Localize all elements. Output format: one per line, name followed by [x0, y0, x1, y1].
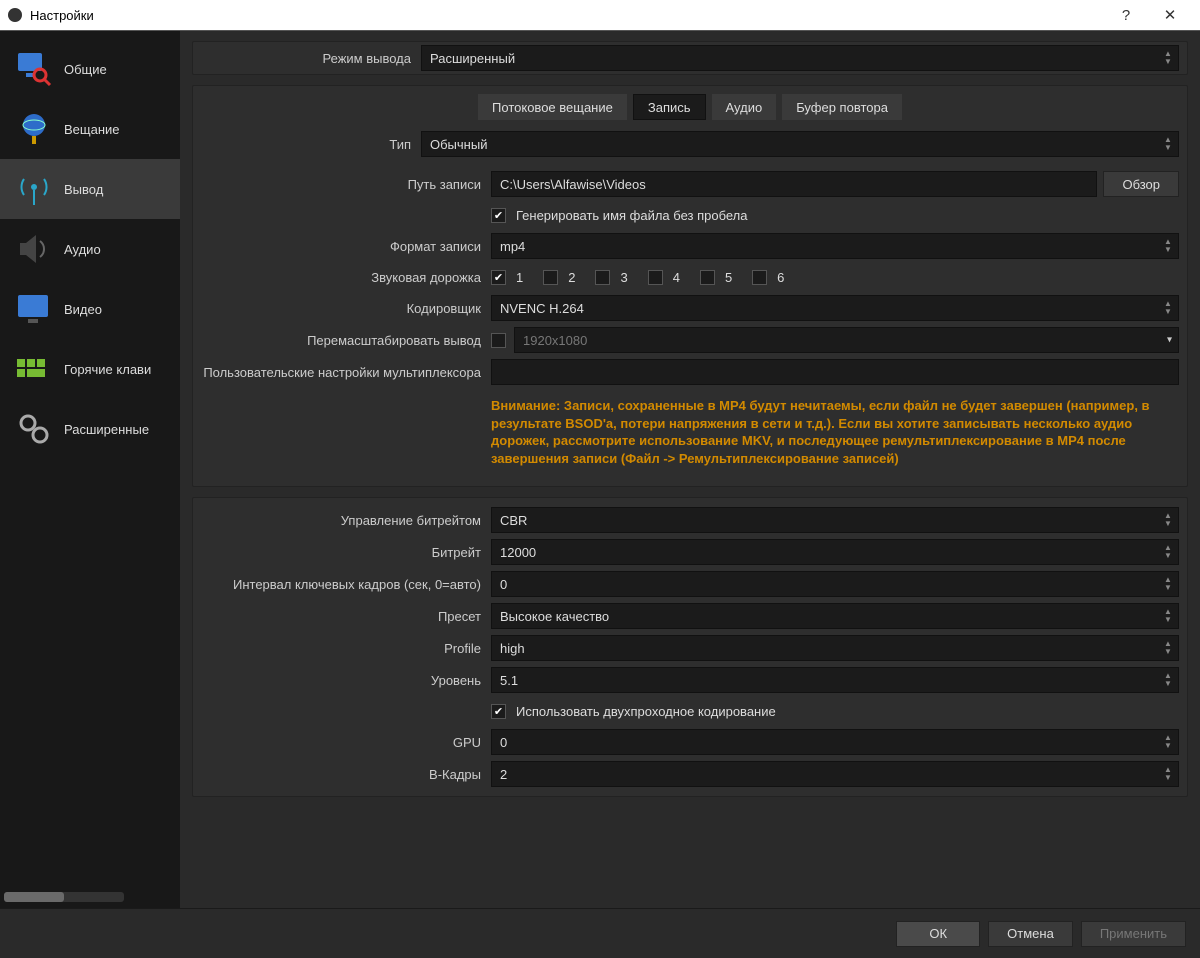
level-combo[interactable]: 5.1▲▼	[491, 667, 1179, 693]
nospace-label: Генерировать имя файла без пробела	[516, 208, 748, 223]
twopass-checkbox[interactable]	[491, 704, 506, 719]
rec-format-label: Формат записи	[201, 239, 491, 254]
sidebar-item-label: Вещание	[64, 122, 120, 137]
gpu-label: GPU	[201, 735, 491, 750]
content: Режим вывода Расширенный ▲▼ Потоковое ве…	[180, 31, 1200, 908]
gpu-input[interactable]: 0▲▼	[491, 729, 1179, 755]
tab-streaming[interactable]: Потоковое вещание	[478, 94, 627, 120]
monitor-icon	[10, 289, 58, 329]
rate-label: Управление битрейтом	[201, 513, 491, 528]
track-2-checkbox[interactable]	[543, 270, 558, 285]
sidebar-item-audio[interactable]: Аудио	[0, 219, 180, 279]
sidebar-item-label: Горячие клави	[64, 362, 151, 377]
rec-rescale-label: Перемасштабировать вывод	[201, 333, 491, 348]
sidebar-item-advanced[interactable]: Расширенные	[0, 399, 180, 459]
dialog-footer: ОК Отмена Применить	[0, 908, 1200, 958]
rec-type-combo[interactable]: Обычный▲▼	[421, 131, 1179, 157]
encoder-panel: Управление битрейтом CBR▲▼ Битрейт 12000…	[192, 497, 1188, 797]
output-mode-combo[interactable]: Расширенный ▲▼	[421, 45, 1179, 71]
rec-path-input[interactable]: C:\Users\Alfawise\Videos	[491, 171, 1097, 197]
preset-combo[interactable]: Высокое качество▲▼	[491, 603, 1179, 629]
preset-label: Пресет	[201, 609, 491, 624]
window-title: Настройки	[30, 8, 94, 23]
bitrate-input[interactable]: 12000▲▼	[491, 539, 1179, 565]
output-mode-label: Режим вывода	[201, 51, 421, 66]
recording-panel: Потоковое вещание Запись Аудио Буфер пов…	[192, 85, 1188, 487]
bframes-label: B-Кадры	[201, 767, 491, 782]
speaker-icon	[10, 229, 58, 269]
track-1-checkbox[interactable]	[491, 270, 506, 285]
sidebar-item-output[interactable]: Вывод	[0, 159, 180, 219]
tab-recording[interactable]: Запись	[633, 94, 706, 120]
browse-button[interactable]: Обзор	[1103, 171, 1179, 197]
track-6-checkbox[interactable]	[752, 270, 767, 285]
rec-encoder-combo[interactable]: NVENC H.264▲▼	[491, 295, 1179, 321]
tab-audio[interactable]: Аудио	[712, 94, 777, 120]
sidebar-item-general[interactable]: Общие	[0, 39, 180, 99]
rec-rescale-checkbox[interactable]	[491, 333, 506, 348]
close-button[interactable]: ✕	[1148, 6, 1192, 24]
sidebar-item-hotkeys[interactable]: Горячие клави	[0, 339, 180, 399]
globe-broadcast-icon	[10, 109, 58, 149]
bitrate-label: Битрейт	[201, 545, 491, 560]
output-mode-panel: Режим вывода Расширенный ▲▼	[192, 41, 1188, 75]
tab-replay-buffer[interactable]: Буфер повтора	[782, 94, 902, 120]
rec-rescale-combo[interactable]: 1920x1080▾	[514, 327, 1179, 353]
rec-format-combo[interactable]: mp4▲▼	[491, 233, 1179, 259]
output-tabs: Потоковое вещание Запись Аудио Буфер пов…	[193, 86, 1187, 128]
ok-button[interactable]: ОК	[896, 921, 980, 947]
sidebar-item-label: Общие	[64, 62, 107, 77]
track-5-checkbox[interactable]	[700, 270, 715, 285]
sidebar: Общие Вещание Вывод Аудио Видео	[0, 31, 180, 908]
bframes-input[interactable]: 2▲▼	[491, 761, 1179, 787]
sidebar-item-stream[interactable]: Вещание	[0, 99, 180, 159]
rec-mux-label: Пользовательские настройки мультиплексор…	[201, 365, 491, 380]
sidebar-item-label: Аудио	[64, 242, 101, 257]
track-4-checkbox[interactable]	[648, 270, 663, 285]
chevron-down-icon: ▾	[1167, 335, 1172, 346]
rec-encoder-label: Кодировщик	[201, 301, 491, 316]
level-label: Уровень	[201, 673, 491, 688]
gears-icon	[10, 409, 58, 449]
apply-button[interactable]: Применить	[1081, 921, 1186, 947]
monitor-search-icon	[10, 49, 58, 89]
profile-label: Profile	[201, 641, 491, 656]
keyint-label: Интервал ключевых кадров (сек, 0=авто)	[201, 577, 491, 592]
twopass-label: Использовать двухпроходное кодирование	[516, 704, 776, 719]
sidebar-item-label: Расширенные	[64, 422, 149, 437]
profile-combo[interactable]: high▲▼	[491, 635, 1179, 661]
help-button[interactable]: ?	[1104, 7, 1148, 24]
sidebar-item-video[interactable]: Видео	[0, 279, 180, 339]
mp4-warning: Внимание: Записи, сохраненные в MP4 буду…	[491, 391, 1179, 477]
keyboard-icon	[10, 349, 58, 389]
updown-icon: ▲▼	[1160, 46, 1176, 70]
rate-combo[interactable]: CBR▲▼	[491, 507, 1179, 533]
sidebar-item-label: Видео	[64, 302, 102, 317]
rec-tracks-label: Звуковая дорожка	[201, 270, 491, 285]
sidebar-scrollbar[interactable]	[4, 892, 124, 902]
nospace-checkbox[interactable]	[491, 208, 506, 223]
antenna-icon	[10, 169, 58, 209]
cancel-button[interactable]: Отмена	[988, 921, 1073, 947]
keyint-input[interactable]: 0▲▼	[491, 571, 1179, 597]
rec-path-label: Путь записи	[201, 177, 491, 192]
rec-type-label: Тип	[201, 137, 421, 152]
rec-mux-input[interactable]	[491, 359, 1179, 385]
track-3-checkbox[interactable]	[595, 270, 610, 285]
app-icon	[8, 8, 22, 22]
title-bar: Настройки ? ✕	[0, 0, 1200, 30]
sidebar-item-label: Вывод	[64, 182, 103, 197]
